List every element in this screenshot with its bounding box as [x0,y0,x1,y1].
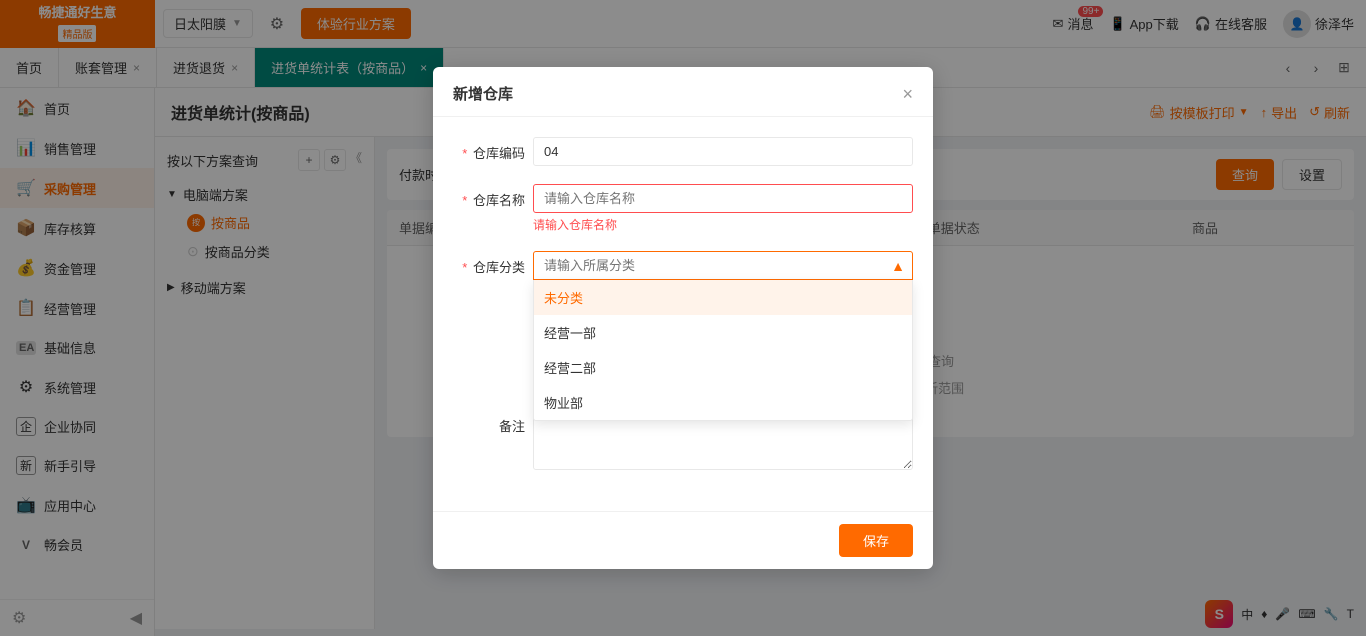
name-input[interactable] [533,184,913,213]
dropdown-option-dept2[interactable]: 经营二部 [534,350,912,385]
dropdown-list: 未分类 经营一部 经营二部 物业部 [533,280,913,421]
modal-close-button[interactable]: × [902,85,913,103]
category-dropdown: ▲ 未分类 经营一部 经营二部 物业部 [533,251,913,280]
category-label: * 仓库分类 [453,251,533,276]
code-input[interactable] [533,137,913,166]
note-label: 备注 [453,410,533,435]
modal-body: * 仓库编码 * 仓库名称 请输入仓库名称 [433,117,933,511]
name-control: 请输入仓库名称 [533,184,913,233]
category-input[interactable] [533,251,913,280]
category-control: ▲ 未分类 经营一部 经营二部 物业部 [533,251,913,280]
dropdown-option-property[interactable]: 物业部 [534,385,912,420]
dropdown-option-uncategorized[interactable]: 未分类 [534,280,912,315]
code-control [533,137,913,166]
required-star-category: * [462,260,467,275]
name-label: * 仓库名称 [453,184,533,209]
overlay: 新增仓库 × * 仓库编码 * 仓库名称 [0,0,1366,636]
dropdown-arrow-icon[interactable]: ▲ [891,258,905,274]
modal-header: 新增仓库 × [433,67,933,117]
dropdown-option-dept1[interactable]: 经营一部 [534,315,912,350]
form-row-category: * 仓库分类 ▲ 未分类 经营一部 经营二部 物业部 [453,251,913,280]
name-error-msg: 请输入仓库名称 [533,216,913,233]
code-label: * 仓库编码 [453,137,533,162]
modal-new-warehouse: 新增仓库 × * 仓库编码 * 仓库名称 [433,67,933,569]
form-row-code: * 仓库编码 [453,137,913,166]
form-row-name: * 仓库名称 请输入仓库名称 [453,184,913,233]
modal-title: 新增仓库 [453,83,513,104]
save-button[interactable]: 保存 [839,524,913,557]
required-star-name: * [462,193,467,208]
required-star-code: * [462,146,467,161]
modal-footer: 保存 [433,511,933,569]
